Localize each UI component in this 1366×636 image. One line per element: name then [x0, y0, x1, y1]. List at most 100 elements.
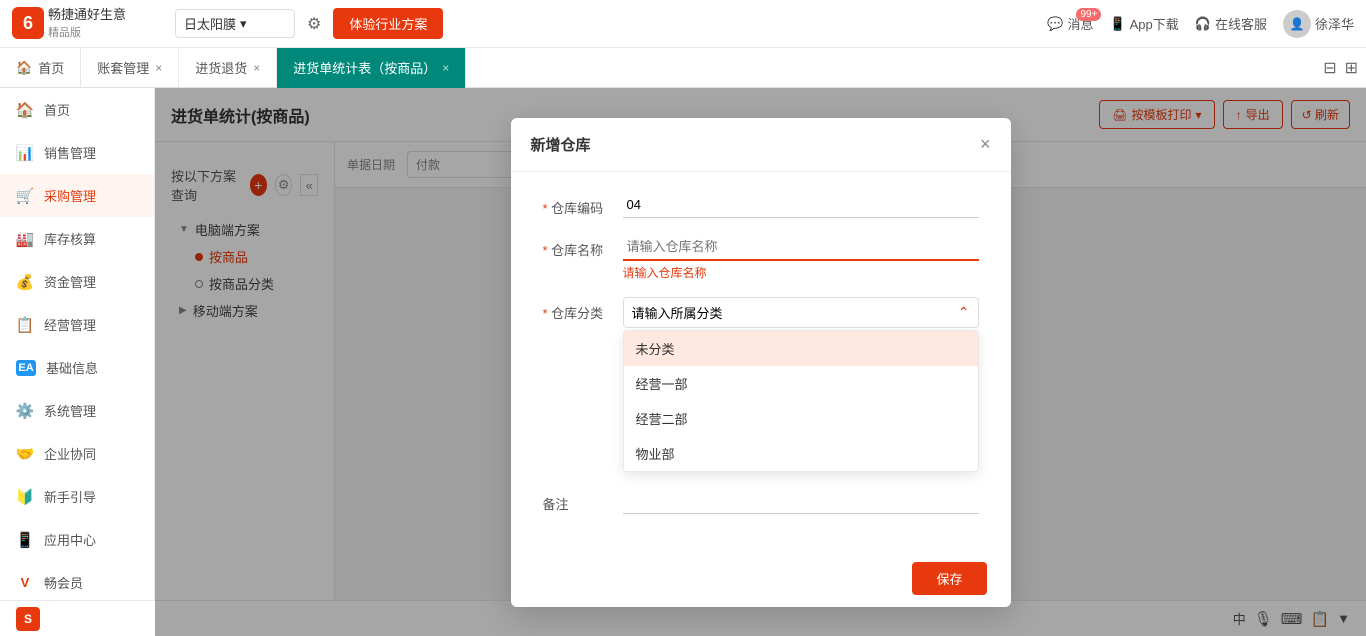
dropdown-item-ops1[interactable]: 经营一部	[624, 366, 978, 401]
sidebar-inventory-label: 库存核算	[44, 229, 96, 248]
modal-title: 新增仓库	[531, 134, 591, 155]
inventory-icon: 🏭	[16, 230, 34, 248]
app-download-label: App下载	[1130, 14, 1179, 33]
tab-home-label: 首页	[38, 58, 64, 77]
modal-footer: 保存	[511, 550, 1011, 607]
sidebar-item-finance[interactable]: 💰 资金管理	[0, 260, 154, 303]
category-label: 仓库分类	[543, 297, 623, 322]
name-label: 仓库名称	[543, 234, 623, 259]
system-icon: ⚙️	[16, 402, 34, 420]
purchase-icon: 🛒	[16, 187, 34, 205]
message-badge: 99+	[1076, 8, 1101, 21]
note-field	[623, 488, 979, 514]
category-row: 仓库分类 请输入所属分类 ⌃ 未分类 经营一部 经营二部 物	[543, 297, 979, 472]
vip-icon: V	[16, 574, 34, 592]
online-service-label: 在线客服	[1215, 14, 1267, 33]
note-label: 备注	[543, 488, 623, 513]
tab-home[interactable]: 🏠 首页	[0, 48, 81, 88]
topbar-right: 💬 消息 99+ 📱 App下载 🎧 在线客服 👤 徐泽华	[1047, 10, 1354, 38]
category-field: 请输入所属分类 ⌃ 未分类 经营一部 经营二部 物业部	[623, 297, 979, 472]
sidebar-item-basic-info[interactable]: EA 基础信息	[0, 346, 154, 389]
sidebar-guide-label: 新手引导	[44, 487, 96, 506]
content-area: 进货单统计(按商品) 🖨 按模板打印 ▾ ↑ 导出 ↺ 刷新	[155, 88, 1366, 636]
sidebar-apps-label: 应用中心	[44, 530, 96, 549]
sidebar-collab-label: 企业协同	[44, 444, 96, 463]
user-name: 徐泽华	[1315, 14, 1354, 33]
tab-expand-icon[interactable]: ⊞	[1345, 58, 1358, 78]
modal-close-btn[interactable]: ×	[980, 134, 991, 155]
apps-icon: 📱	[16, 531, 34, 549]
sidebar-item-vip[interactable]: V 畅会员	[0, 561, 154, 604]
store-selector[interactable]: 日太阳膜 ▾	[175, 9, 295, 38]
sidebar-item-system[interactable]: ⚙️ 系统管理	[0, 389, 154, 432]
new-warehouse-modal: 新增仓库 × 仓库编码 仓库名称	[511, 118, 1011, 607]
tab-purchase-stats-close[interactable]: ×	[442, 61, 449, 75]
sidebar-vip-label: 畅会员	[44, 573, 83, 592]
tab-purchase-return[interactable]: 进货退货 ×	[179, 48, 277, 88]
sidebar: 🏠 首页 📊 销售管理 🛒 采购管理 🏭 库存核算 💰 资金管理 📋 经营管理 …	[0, 88, 155, 636]
tab-account-label: 账套管理	[97, 58, 149, 77]
save-btn[interactable]: 保存	[912, 562, 986, 595]
logo-icon: 6	[12, 7, 44, 39]
sidebar-item-guide[interactable]: 🔰 新手引导	[0, 475, 154, 518]
store-name: 日太阳膜	[184, 14, 236, 33]
settings-icon[interactable]: ⚙	[307, 14, 321, 34]
tab-minimize-icon[interactable]: ⊟	[1323, 58, 1336, 78]
dropdown-item-unclassified[interactable]: 未分类	[624, 331, 978, 366]
sidebar-item-apps[interactable]: 📱 应用中心	[0, 518, 154, 561]
note-row: 备注	[543, 488, 979, 514]
code-label: 仓库编码	[543, 192, 623, 217]
sidebar-item-inventory[interactable]: 🏭 库存核算	[0, 217, 154, 260]
app-download-btn[interactable]: 📱 App下载	[1109, 14, 1178, 33]
app-sub: 精品版	[48, 24, 126, 40]
sidebar-finance-label: 资金管理	[44, 272, 96, 291]
sidebar-item-purchase[interactable]: 🛒 采购管理	[0, 174, 154, 217]
name-row: 仓库名称 请输入仓库名称	[543, 234, 979, 281]
bottom-left: S	[16, 607, 40, 631]
tab-purchase-return-close[interactable]: ×	[253, 61, 260, 75]
sidebar-item-collab[interactable]: 🤝 企业协同	[0, 432, 154, 475]
user-btn[interactable]: 👤 徐泽华	[1283, 10, 1354, 38]
sidebar-item-sales[interactable]: 📊 销售管理	[0, 131, 154, 174]
sidebar-basic-info-label: 基础信息	[46, 358, 98, 377]
sales-icon: 📊	[16, 144, 34, 162]
avatar: 👤	[1283, 10, 1311, 38]
modal-body: 仓库编码 仓库名称 请输入仓库名称	[511, 172, 1011, 550]
category-select[interactable]: 请输入所属分类 ⌃	[623, 297, 979, 328]
dropdown-item-ops2[interactable]: 经营二部	[624, 401, 978, 436]
dropdown-item-property[interactable]: 物业部	[624, 436, 978, 471]
sidebar-item-operations[interactable]: 📋 经营管理	[0, 303, 154, 346]
tab-purchase-stats[interactable]: 进货单统计表（按商品） ×	[277, 48, 466, 88]
app-name: 畅捷通好生意	[48, 7, 126, 24]
message-icon: 💬	[1047, 16, 1063, 32]
trial-btn[interactable]: 体验行业方案	[333, 8, 443, 39]
tab-account-close[interactable]: ×	[155, 61, 162, 75]
sidebar-purchase-label: 采购管理	[44, 186, 96, 205]
tab-actions: ⊟ ⊞	[1323, 58, 1366, 78]
sidebar-operations-label: 经营管理	[44, 315, 96, 334]
tab-account[interactable]: 账套管理 ×	[81, 48, 179, 88]
note-input[interactable]	[623, 488, 979, 514]
message-btn[interactable]: 💬 消息 99+	[1047, 14, 1093, 33]
sidebar-item-home[interactable]: 🏠 首页	[0, 88, 154, 131]
name-field: 请输入仓库名称	[623, 234, 979, 281]
headset-icon: 🎧	[1195, 16, 1211, 32]
sidebar-sales-label: 销售管理	[44, 143, 96, 162]
code-row: 仓库编码	[543, 192, 979, 218]
guide-icon: 🔰	[16, 488, 34, 506]
online-service-btn[interactable]: 🎧 在线客服	[1195, 14, 1267, 33]
main-layout: 🏠 首页 📊 销售管理 🛒 采购管理 🏭 库存核算 💰 资金管理 📋 经营管理 …	[0, 88, 1366, 636]
home-icon: 🏠	[16, 101, 34, 119]
category-placeholder: 请输入所属分类	[632, 303, 723, 322]
bottom-logo: S	[16, 607, 40, 631]
name-error-msg: 请输入仓库名称	[623, 264, 979, 281]
sidebar-home-label: 首页	[44, 100, 70, 119]
collab-icon: 🤝	[16, 445, 34, 463]
store-dropdown-icon: ▾	[240, 16, 247, 32]
sidebar-system-label: 系统管理	[44, 401, 96, 420]
finance-icon: 💰	[16, 273, 34, 291]
code-input[interactable]	[623, 192, 979, 218]
code-field	[623, 192, 979, 218]
tab-purchase-stats-label: 进货单统计表（按商品）	[293, 58, 436, 77]
name-input[interactable]	[623, 234, 979, 261]
